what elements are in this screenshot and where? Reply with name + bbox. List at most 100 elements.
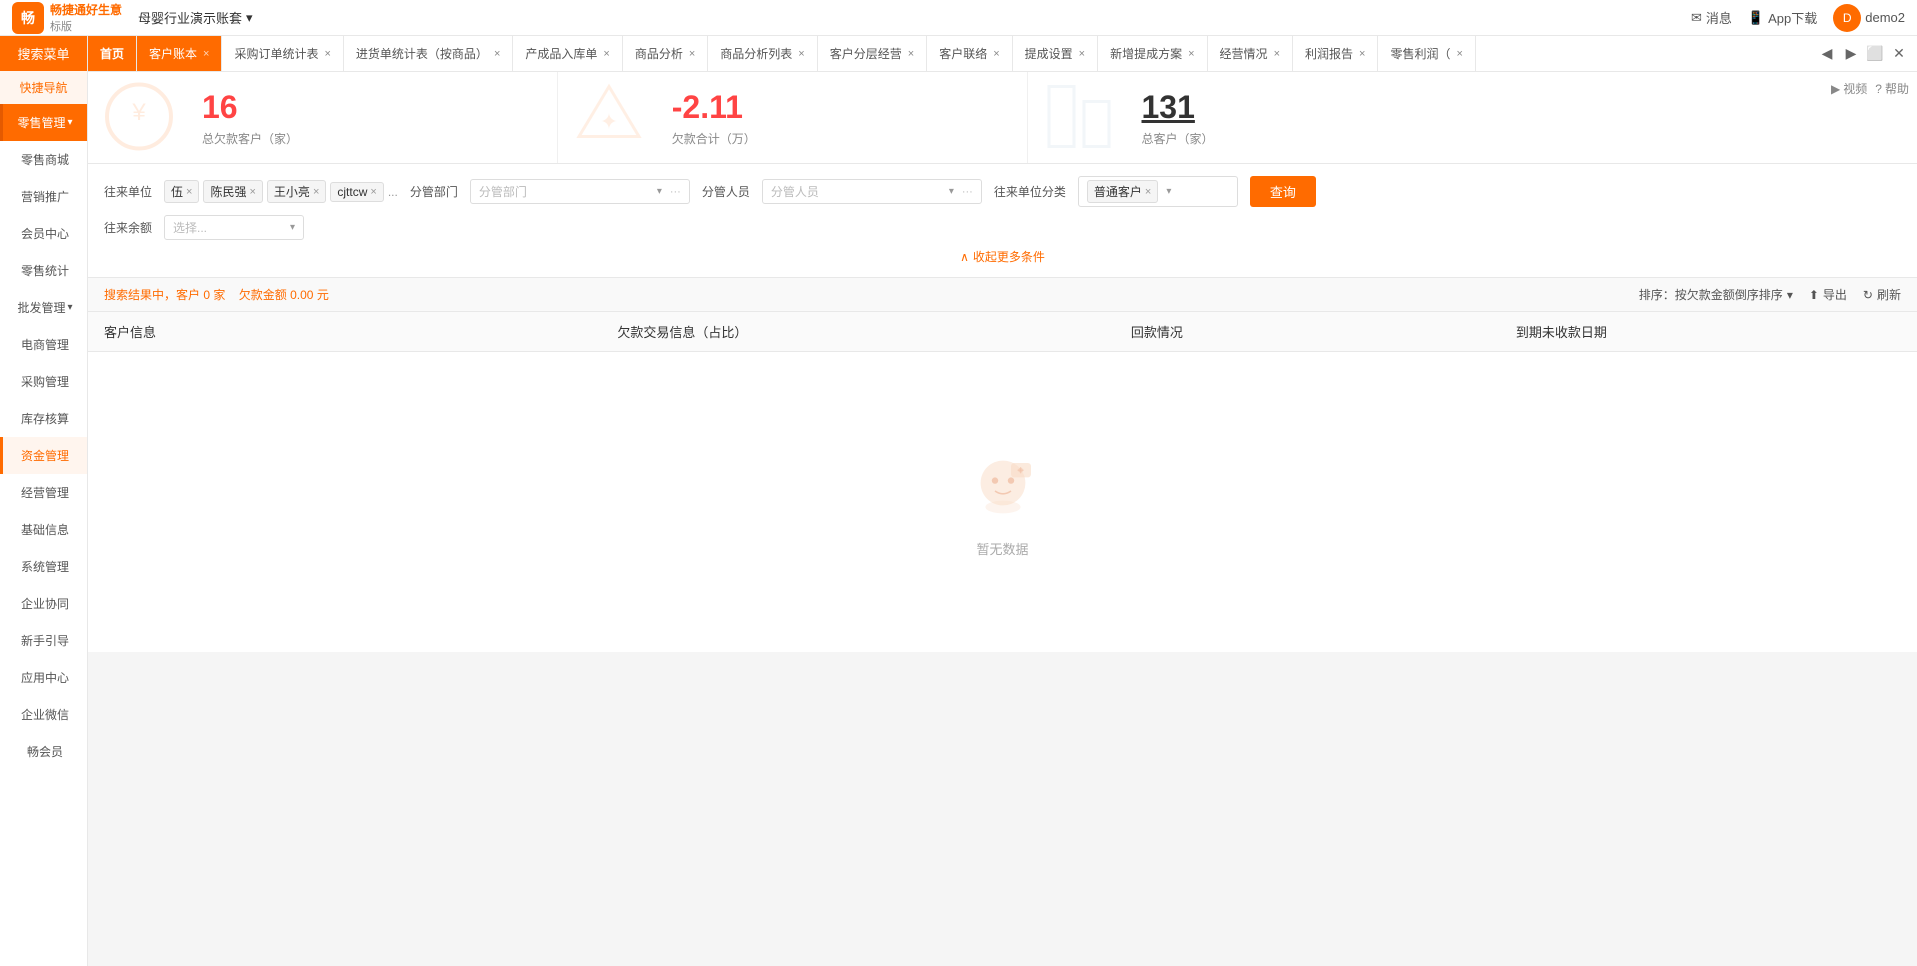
message-btn[interactable]: ✉ 消息	[1691, 8, 1732, 27]
tab-close-goods-analysis-list[interactable]: ×	[798, 48, 804, 60]
sidebar-item-retail-mall[interactable]: 零售商城	[0, 141, 87, 178]
logo-area: 畅 畅捷通好生意 标版	[12, 1, 122, 34]
stat-label-1: 总欠款客户（家）	[202, 130, 298, 147]
sidebar-search[interactable]: 搜索菜单	[0, 36, 87, 71]
remove-unit-type-tag[interactable]: ×	[1145, 186, 1151, 198]
balance-filter-label: 往来余额	[104, 219, 152, 236]
sidebar-item-finance[interactable]: 资金管理	[0, 437, 87, 474]
tab-close-goods-analysis[interactable]: ×	[689, 48, 695, 60]
sidebar-item-inventory[interactable]: 库存核算	[0, 400, 87, 437]
tab-product-inbound[interactable]: 产成品入库单 ×	[513, 36, 622, 72]
table-container: 客户信息 欠款交易信息（占比） 回款情况 到期未收款日期	[88, 312, 1917, 652]
tab-scroll-left[interactable]: ◀	[1817, 44, 1837, 64]
tab-close-customer-segment[interactable]: ×	[908, 48, 914, 60]
col-customer-info: 客户信息	[104, 322, 617, 341]
tab-inbound-stats[interactable]: 进货单统计表（按商品） ×	[344, 36, 513, 72]
sidebar-item-basic-info[interactable]: 基础信息	[0, 511, 87, 548]
person-clear-btn[interactable]: ···	[962, 186, 973, 198]
sort-label[interactable]: 排序：按欠款金额倒序排序 ▾	[1639, 286, 1793, 303]
tab-goods-analysis-list[interactable]: 商品分析列表 ×	[708, 36, 817, 72]
sidebar-item-vip-member[interactable]: 畅会员	[0, 733, 87, 770]
tab-home[interactable]: 首页	[88, 36, 137, 72]
empty-state: 暂无数据	[963, 387, 1043, 618]
sidebar-item-retail-stats[interactable]: 零售统计	[0, 252, 87, 289]
stat-bg-icon-3	[1044, 81, 1114, 154]
dept-dropdown-arrow: ▾	[657, 186, 662, 197]
balance-select[interactable]: 选择... ▾	[164, 215, 304, 240]
sidebar-item-app-center[interactable]: 应用中心	[0, 659, 87, 696]
sidebar-quick-nav[interactable]: 快捷导航	[0, 71, 87, 104]
tab-close-profit-report[interactable]: ×	[1359, 48, 1365, 60]
dept-select[interactable]: 分管部门 ▾ ···	[470, 179, 690, 204]
refresh-btn[interactable]: ↻ 刷新	[1863, 286, 1901, 303]
sidebar-item-newbie[interactable]: 新手引导	[0, 622, 87, 659]
unit-type-label: 往来单位分类	[994, 183, 1066, 200]
remove-tag-wu[interactable]: ×	[186, 186, 192, 198]
stat-number-2: -2.11	[672, 88, 756, 126]
filter-row-1: 往来单位 伍 × 陈民强 × 王小亮 ×	[104, 176, 1901, 207]
tab-customer-account[interactable]: 客户账本 ×	[137, 36, 222, 72]
dept-clear-btn[interactable]: ···	[670, 186, 681, 198]
tab-close-tips-settings[interactable]: ×	[1079, 48, 1085, 60]
stat-label-2: 欠款合计（万）	[672, 130, 756, 147]
stat-card-total: 131 总客户（家） ▶ 视频 ? 帮助	[1028, 72, 1917, 163]
tab-goods-analysis[interactable]: 商品分析 ×	[623, 36, 708, 72]
tab-close-customer-contact[interactable]: ×	[993, 48, 999, 60]
sidebar-item-enterprise[interactable]: 企业协同	[0, 585, 87, 622]
unit-filter-tags: 伍 × 陈民强 × 王小亮 × cjttcw ×	[164, 180, 398, 203]
tab-controls: ◀ ▶ ⬜ ✕	[1809, 44, 1917, 64]
sidebar-item-marketing[interactable]: 营销推广	[0, 178, 87, 215]
stat-label-3: 总客户（家）	[1142, 130, 1214, 147]
tab-tips-settings[interactable]: 提成设置 ×	[1013, 36, 1098, 72]
tab-close-new-tips[interactable]: ×	[1188, 48, 1194, 60]
tab-new-tips[interactable]: 新增提成方案 ×	[1098, 36, 1207, 72]
tab-customer-segment[interactable]: 客户分层经营 ×	[818, 36, 927, 72]
sidebar-item-members[interactable]: 会员中心	[0, 215, 87, 252]
balance-arrow: ▾	[290, 222, 295, 233]
person-filter-label: 分管人员	[702, 183, 750, 200]
help-btn[interactable]: ? 帮助	[1875, 80, 1909, 97]
sidebar-item-system[interactable]: 系统管理	[0, 548, 87, 585]
page-content: ¥ 16 总欠款客户（家） ✦ -2.11 欠款合计（万）	[88, 72, 1917, 966]
user-avatar[interactable]: D demo2	[1833, 4, 1905, 32]
page-actions: ▶ 视频 ? 帮助	[1831, 80, 1909, 97]
tab-purchase-stats[interactable]: 采购订单统计表 ×	[222, 36, 343, 72]
remove-tag-chenmq[interactable]: ×	[249, 186, 255, 198]
tab-close-inbound-stats[interactable]: ×	[494, 48, 500, 60]
stat-bg-icon-1: ¥	[104, 81, 174, 154]
tab-close-customer-account[interactable]: ×	[203, 48, 209, 60]
sidebar-item-enterprise-wechat[interactable]: 企业微信	[0, 696, 87, 733]
tab-close-all[interactable]: ✕	[1889, 44, 1909, 64]
sidebar-item-purchase[interactable]: 采购管理	[0, 363, 87, 400]
sidebar-item-operations[interactable]: 经营管理	[0, 474, 87, 511]
video-btn[interactable]: ▶ 视频	[1831, 80, 1867, 97]
store-selector[interactable]: 母婴行业演示账套 ▾	[130, 8, 261, 27]
sidebar-item-wholesale[interactable]: 批发管理 ▾	[0, 289, 87, 326]
tab-retail-profit[interactable]: 零售利润（ ×	[1378, 36, 1475, 72]
query-button[interactable]: 查询	[1250, 176, 1316, 207]
tab-close-product-inbound[interactable]: ×	[603, 48, 609, 60]
remove-tag-wangxl[interactable]: ×	[313, 186, 319, 198]
table-body: 暂无数据	[88, 352, 1917, 652]
person-select[interactable]: 分管人员 ▾ ···	[762, 179, 982, 204]
app-download-btn[interactable]: 📱 App下载	[1748, 8, 1817, 27]
filter-more-btn[interactable]: ...	[388, 185, 398, 199]
tag-wu: 伍 ×	[164, 180, 199, 203]
tab-bar: 首页 客户账本 × 采购订单统计表 × 进货单统计表（按商品） × 产成品入库单…	[88, 36, 1917, 72]
sidebar-item-retail-mgmt[interactable]: 零售管理 ▾	[0, 104, 87, 141]
collapse-btn[interactable]: ∧ 收起更多条件	[960, 248, 1045, 265]
tab-customer-contact[interactable]: 客户联络 ×	[927, 36, 1012, 72]
stat-card-amount: ✦ -2.11 欠款合计（万）	[558, 72, 1028, 163]
tab-scroll-right[interactable]: ▶	[1841, 44, 1861, 64]
tab-maximize[interactable]: ⬜	[1865, 44, 1885, 64]
tab-close-purchase-stats[interactable]: ×	[324, 48, 330, 60]
tab-operations-status[interactable]: 经营情况 ×	[1208, 36, 1293, 72]
export-btn[interactable]: ⬆ 导出	[1809, 286, 1847, 303]
table-header: 客户信息 欠款交易信息（占比） 回款情况 到期未收款日期	[88, 312, 1917, 352]
tab-close-retail-profit[interactable]: ×	[1456, 48, 1462, 60]
tab-profit-report[interactable]: 利润报告 ×	[1293, 36, 1378, 72]
remove-tag-cjttcw[interactable]: ×	[370, 186, 376, 198]
tab-close-operations-status[interactable]: ×	[1274, 48, 1280, 60]
sidebar-item-ecommerce[interactable]: 电商管理	[0, 326, 87, 363]
unit-type-select[interactable]: 普通客户 × ▾	[1078, 176, 1238, 207]
